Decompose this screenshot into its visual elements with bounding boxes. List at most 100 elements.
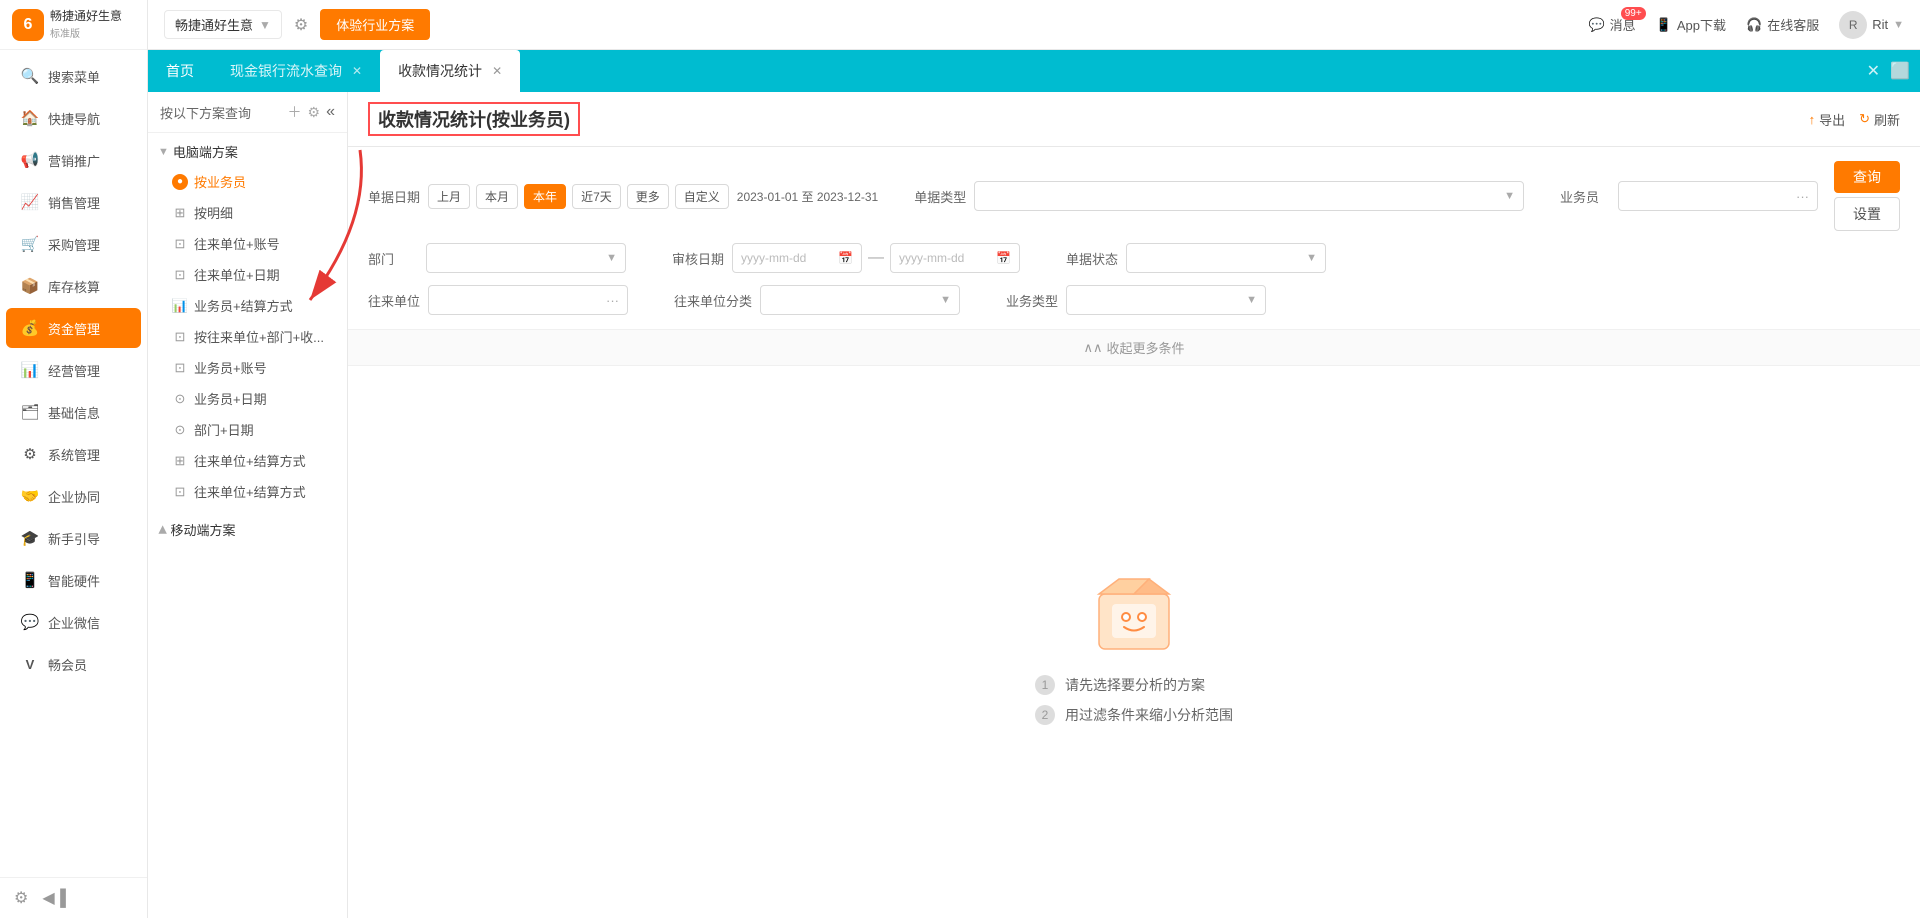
settings-button[interactable]: 设置 [1834,197,1900,231]
scheme-item-dept-date[interactable]: ⊙ 部门+日期 [148,414,347,445]
scheme-settings-icon[interactable]: ⚙ [308,104,321,121]
sidebar-label-basic-info: 基础信息 [48,403,100,422]
header-gear-icon[interactable]: ⚙ [294,15,308,35]
partner-more-btn[interactable]: ··· [606,293,619,308]
app-download-button[interactable]: 📱 App下载 [1656,15,1726,34]
date-btn-this-year[interactable]: 本年 [524,184,566,209]
sidebar-item-enterprise[interactable]: 🤝 企业协同 [6,476,141,516]
desktop-group-header[interactable]: ▼ 电脑端方案 [148,137,347,166]
sidebar-item-member[interactable]: V 畅会员 [6,644,141,684]
scheme-item-partner-payment2[interactable]: ⊡ 往来单位+结算方式 [148,476,347,507]
tab-bank-flow[interactable]: 现金银行流水查询 ✕ [212,50,380,92]
user-avatar: R [1839,11,1867,39]
page-title: 收款情况统计(按业务员) [368,102,580,136]
date-filter-label: 单据日期 [368,187,420,206]
sidebar-item-system[interactable]: ⚙ 系统管理 [6,434,141,474]
scheme-item-partner-payment1[interactable]: ⊞ 往来单位+结算方式 [148,445,347,476]
date-range-display: 2023-01-01 至 2023-12-31 [737,188,878,205]
messages-button[interactable]: 💬 消息 99+ [1588,15,1635,34]
salesperson-account-label: 业务员+账号 [194,358,267,377]
scheme-item-partner-date[interactable]: ⊡ 往来单位+日期 [148,259,347,290]
date-btn-last-month[interactable]: 上月 [428,184,470,209]
filter-area: 单据日期 上月 本月 本年 近7天 更多 自定义 2023-01-01 至 20… [348,147,1920,330]
date-btn-more[interactable]: 更多 [627,184,669,209]
home-tab-label: 首页 [166,61,194,81]
scheme-item-by-salesperson[interactable]: ● 按业务员 [148,166,347,197]
partner-category-select[interactable]: ▼ [760,285,960,315]
step-1-text: 请先选择要分析的方案 [1065,675,1205,695]
system-icon: ⚙ [20,444,40,464]
dept-label: 部门 [368,249,418,268]
scheme-item-salesperson-account[interactable]: ⊡ 业务员+账号 [148,352,347,383]
refresh-button[interactable]: ↻ 刷新 [1859,110,1900,129]
user-profile[interactable]: R Rit ▼ [1839,11,1904,39]
collapse-sidebar-icon[interactable]: ◀▐ [42,888,66,908]
refresh-icon: ↻ [1859,111,1870,127]
salesperson-more-icon[interactable]: ··· [1796,189,1809,204]
query-button[interactable]: 查询 [1834,161,1900,193]
sidebar-item-search-menu[interactable]: 🔍 搜索菜单 [6,56,141,96]
doc-status-select[interactable]: ▼ [1126,243,1326,273]
scheme-item-salesperson-payment[interactable]: 📊 业务员+结算方式 [148,290,347,321]
sales-icon: 📈 [20,192,40,212]
settings-bottom-icon[interactable]: ⚙ [14,888,28,908]
review-date-end-input[interactable]: yyyy-mm-dd 📅 [890,243,1020,273]
sidebar-item-inventory[interactable]: 📦 库存核算 [6,266,141,306]
trial-button[interactable]: 体验行业方案 [320,9,430,40]
sidebar-label-purchase: 采购管理 [48,235,100,254]
sidebar-item-marketing[interactable]: 📢 营销推广 [6,140,141,180]
sidebar-item-smart-hw[interactable]: 📱 智能硬件 [6,560,141,600]
sidebar-label-search-menu: 搜索菜单 [48,67,100,86]
date-btn-this-month[interactable]: 本月 [476,184,518,209]
collapse-icon: ∧∧ [1083,340,1102,356]
sidebar-label-smart-hw: 智能硬件 [48,571,100,590]
mobile-group-header[interactable]: ▶ 移动端方案 [148,515,347,544]
sidebar-label-enterprise: 企业协同 [48,487,100,506]
tab-home[interactable]: 首页 [148,50,212,92]
sidebar-item-basic-info[interactable]: 🗂 基础信息 [6,392,141,432]
partner-account-label: 往来单位+账号 [194,234,280,253]
desktop-scheme-group: ▼ 电脑端方案 ● 按业务员 ⊞ 按明细 ⊡ 往来单位+账号 ⊡ 往来单位+ [148,133,347,511]
sidebar-item-operations[interactable]: 📊 经营管理 [6,350,141,390]
collapse-bar[interactable]: ∧∧ 收起更多条件 [348,330,1920,366]
sidebar-item-finance[interactable]: 💰 资金管理 [6,308,141,348]
scheme-item-salesperson-date[interactable]: ⊙ 业务员+日期 [148,383,347,414]
online-service-button[interactable]: 🎧 在线客服 [1746,15,1819,34]
add-scheme-icon[interactable]: ＋ [288,102,302,122]
tab-collection-stats[interactable]: 收款情况统计 ✕ [380,50,520,92]
export-button[interactable]: ↑ 导出 [1809,110,1846,129]
sidebar-item-wechat[interactable]: 💬 企业微信 [6,602,141,642]
salesperson-scheme-icon: ● [172,174,188,190]
header-brand[interactable]: 畅捷通好生意 ▼ [164,10,282,39]
dept-arrow-icon: ▼ [606,252,617,264]
salesperson-payment-label: 业务员+结算方式 [194,296,293,315]
dept-select[interactable]: ▼ [426,243,626,273]
scheme-item-by-detail[interactable]: ⊞ 按明细 [148,197,347,228]
close-bank-flow-icon[interactable]: ✕ [352,64,362,78]
maximize-icon[interactable]: ⬜ [1890,61,1910,81]
sidebar-item-guide[interactable]: 🎓 新手引导 [6,518,141,558]
date-btn-7days[interactable]: 近7天 [572,184,621,209]
scheme-item-partner-account[interactable]: ⊡ 往来单位+账号 [148,228,347,259]
doc-type-select[interactable]: ▼ [974,181,1524,211]
salesperson-select[interactable]: ··· [1618,181,1818,211]
collapse-panel-icon[interactable]: « [326,103,335,121]
app-logo-icon: 6 [12,9,44,41]
wechat-icon: 💬 [20,612,40,632]
sidebar-label-system: 系统管理 [48,445,100,464]
scheme-item-partner-dept[interactable]: ⊡ 按往来单位+部门+收... [148,321,347,352]
partner-select[interactable]: ··· [428,285,628,315]
sidebar-item-sales[interactable]: 📈 销售管理 [6,182,141,222]
sidebar-item-purchase[interactable]: 🛒 采购管理 [6,224,141,264]
review-date-end-placeholder: yyyy-mm-dd [899,251,964,265]
date-btn-custom[interactable]: 自定义 [675,184,729,209]
business-type-select[interactable]: ▼ [1066,285,1266,315]
partner-payment2-icon: ⊡ [172,484,188,500]
sidebar-item-quick-nav[interactable]: 🏠 快捷导航 [6,98,141,138]
sidebar-label-quick-nav: 快捷导航 [48,109,100,128]
close-window-icon[interactable]: ✕ [1867,61,1880,81]
close-collection-stats-icon[interactable]: ✕ [492,64,502,78]
sidebar-nav: 🔍 搜索菜单 🏠 快捷导航 📢 营销推广 📈 销售管理 🛒 采购管理 📦 库存核… [0,50,147,877]
review-date-start-input[interactable]: yyyy-mm-dd 📅 [732,243,862,273]
collapse-label: 收起更多条件 [1107,338,1185,357]
